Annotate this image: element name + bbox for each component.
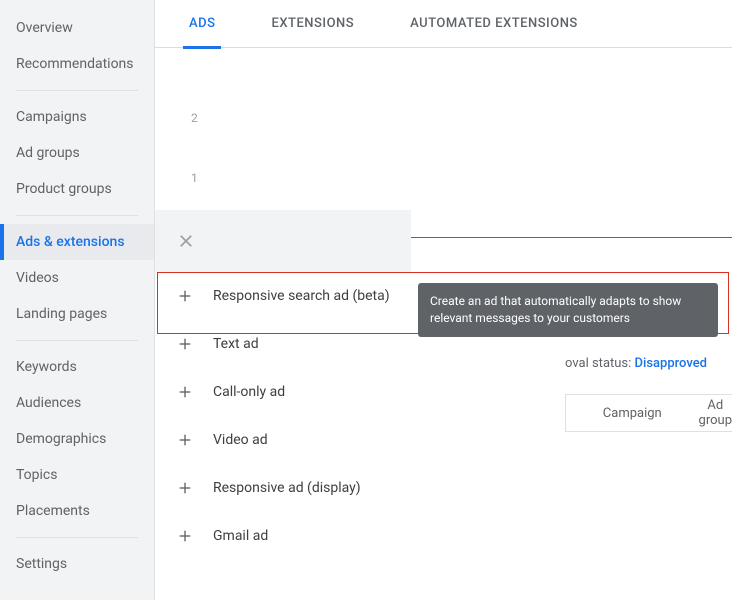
sidebar-item-ad-groups[interactable]: Ad groups (0, 135, 154, 171)
sidebar-item-ads-extensions[interactable]: Ads & extensions (0, 224, 154, 260)
sidebar-item-label: Ad groups (16, 145, 80, 161)
sidebar-item-label: Ads & extensions (16, 234, 125, 250)
menu-item-call-only-ad[interactable]: Call-only ad (155, 368, 411, 416)
plus-icon (177, 288, 193, 304)
tab-label: ADS (189, 16, 215, 31)
menu-header (155, 210, 411, 272)
menu-item-video-ad[interactable]: Video ad (155, 416, 411, 464)
sidebar-item-label: Landing pages (16, 306, 107, 322)
plus-icon (177, 528, 193, 544)
menu-item-label: Gmail ad (213, 528, 268, 544)
menu-item-gmail-ad[interactable]: Gmail ad (155, 512, 411, 560)
tooltip: Create an ad that automatically adapts t… (418, 283, 718, 337)
sidebar-item-audiences[interactable]: Audiences (0, 385, 154, 421)
sidebar-item-label: Topics (16, 467, 57, 483)
sidebar-item-overview[interactable]: Overview (0, 10, 154, 46)
divider (16, 340, 138, 341)
column-ad-group[interactable]: Ad group (699, 398, 732, 428)
menu-item-label: Responsive search ad (beta) (213, 288, 390, 304)
menu-item-label: Text ad (213, 336, 259, 352)
divider (16, 90, 138, 91)
sidebar-item-topics[interactable]: Topics (0, 457, 154, 493)
sidebar-item-label: Product groups (16, 181, 112, 197)
chart-ytick: 1 (191, 171, 198, 185)
sidebar-item-label: Keywords (16, 359, 77, 375)
sidebar-item-label: Recommendations (16, 56, 134, 72)
sidebar-item-label: Audiences (16, 395, 81, 411)
menu-item-label: Responsive ad (display) (213, 480, 361, 496)
menu-item-label: Video ad (213, 432, 268, 448)
menu-item-responsive-search-ad[interactable]: Responsive search ad (beta) (155, 272, 411, 320)
sidebar: Overview Recommendations Campaigns Ad gr… (0, 0, 155, 600)
sidebar-item-label: Overview (16, 20, 73, 36)
sidebar-item-keywords[interactable]: Keywords (0, 349, 154, 385)
sidebar-item-videos[interactable]: Videos (0, 260, 154, 296)
column-campaign[interactable]: Campaign (566, 406, 699, 421)
divider (16, 537, 138, 538)
tab-automated-extensions[interactable]: AUTOMATED EXTENSIONS (410, 0, 578, 48)
close-icon[interactable] (177, 232, 195, 250)
table-header: Campaign Ad group (565, 394, 732, 432)
sidebar-item-label: Placements (16, 503, 90, 519)
tabs: ADS EXTENSIONS AUTOMATED EXTENSIONS (155, 0, 732, 48)
sidebar-item-placements[interactable]: Placements (0, 493, 154, 529)
sidebar-item-label: Settings (16, 556, 67, 572)
new-ad-menu: Responsive search ad (beta) Text ad Call… (155, 210, 411, 560)
plus-icon (177, 480, 193, 496)
plus-icon (177, 336, 193, 352)
approval-status: oval status: Disapproved (565, 356, 707, 371)
menu-item-responsive-display-ad[interactable]: Responsive ad (display) (155, 464, 411, 512)
chart-ytick: 2 (191, 111, 198, 125)
tab-label: EXTENSIONS (271, 16, 354, 31)
menu-item-text-ad[interactable]: Text ad (155, 320, 411, 368)
tab-extensions[interactable]: EXTENSIONS (271, 0, 354, 48)
sidebar-item-label: Demographics (16, 431, 106, 447)
tab-label: AUTOMATED EXTENSIONS (410, 16, 578, 31)
sidebar-item-campaigns[interactable]: Campaigns (0, 99, 154, 135)
divider (16, 215, 138, 216)
sidebar-item-recommendations[interactable]: Recommendations (0, 46, 154, 82)
plus-icon (177, 432, 193, 448)
tooltip-text: Create an ad that automatically adapts t… (430, 294, 681, 325)
sidebar-item-product-groups[interactable]: Product groups (0, 171, 154, 207)
status-value[interactable]: Disapproved (635, 356, 707, 371)
sidebar-item-settings[interactable]: Settings (0, 546, 154, 582)
sidebar-item-label: Videos (16, 270, 59, 286)
sidebar-item-landing-pages[interactable]: Landing pages (0, 296, 154, 332)
plus-icon (177, 384, 193, 400)
status-label: oval status: (565, 356, 635, 371)
sidebar-item-demographics[interactable]: Demographics (0, 421, 154, 457)
menu-item-label: Call-only ad (213, 384, 285, 400)
sidebar-item-label: Campaigns (16, 109, 87, 125)
tab-ads[interactable]: ADS (189, 0, 215, 48)
